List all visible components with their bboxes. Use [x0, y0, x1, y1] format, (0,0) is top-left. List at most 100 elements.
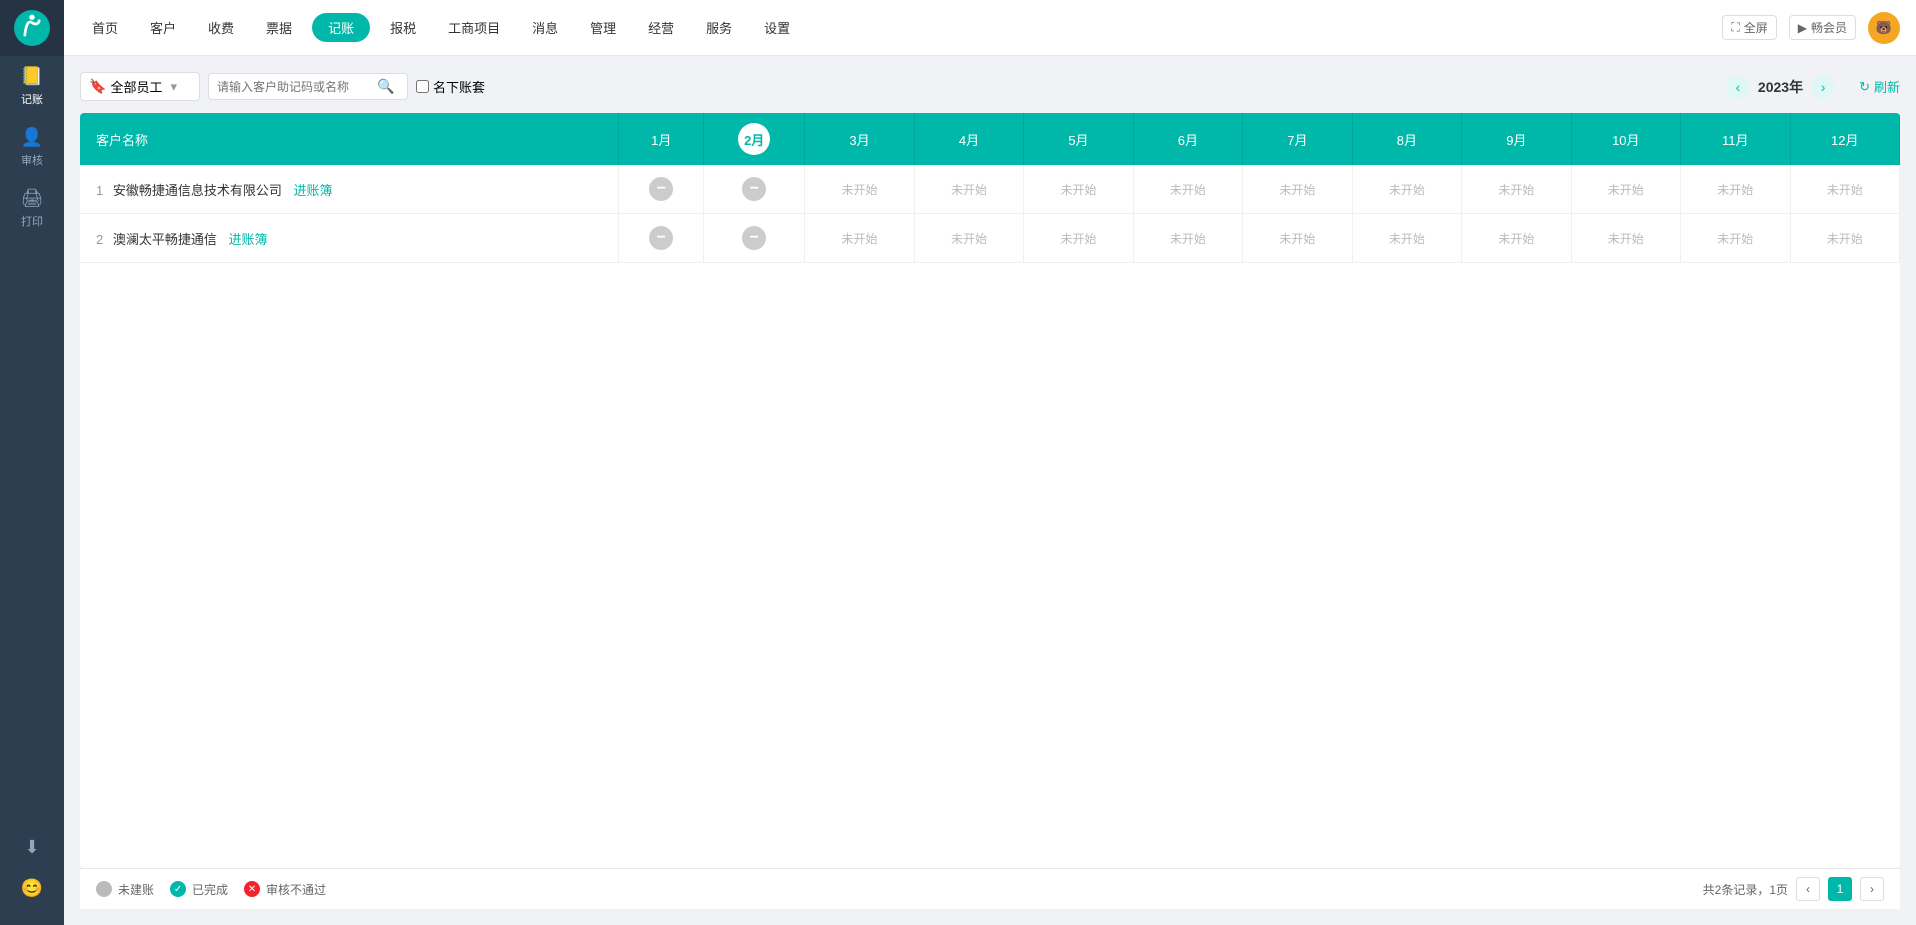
- nav-right: ⛶ 全屏 ▶ 畅会员 🐻: [1722, 12, 1900, 44]
- cell-feb: −: [704, 165, 805, 214]
- cell-mar: 未开始: [805, 165, 914, 214]
- nav-management[interactable]: 管理: [578, 14, 628, 41]
- cell-aug: 未开始: [1352, 165, 1461, 214]
- col-header-may: 5月: [1024, 113, 1133, 165]
- status-not-started: 未开始: [951, 232, 987, 246]
- legend-red-dot: ✕: [244, 881, 260, 897]
- status-not-started: 未开始: [1827, 232, 1863, 246]
- legend-rejected: ✕ 审核不通过: [244, 881, 326, 898]
- cell-dec: 未开始: [1790, 165, 1900, 214]
- status-dash-icon: −: [649, 226, 673, 250]
- col-header-apr: 4月: [914, 113, 1023, 165]
- next-page-button[interactable]: ›: [1860, 877, 1884, 901]
- user-avatar[interactable]: 🐻: [1868, 12, 1900, 44]
- status-not-started: 未开始: [1279, 183, 1315, 197]
- checkbox-label[interactable]: 名下账套: [416, 77, 485, 96]
- year-nav: ‹ 2023年 ›: [1726, 75, 1835, 99]
- member-icon: ▶: [1798, 21, 1807, 35]
- status-not-started: 未开始: [1717, 183, 1753, 197]
- status-not-started: 未开始: [951, 183, 987, 197]
- prev-year-button[interactable]: ‹: [1726, 75, 1750, 99]
- nav-message[interactable]: 消息: [520, 14, 570, 41]
- status-not-started: 未开始: [1608, 232, 1644, 246]
- status-not-started: 未开始: [1608, 183, 1644, 197]
- status-not-started: 未开始: [1827, 183, 1863, 197]
- my-accounts-checkbox[interactable]: [416, 80, 429, 93]
- nav-customer[interactable]: 客户: [138, 14, 188, 41]
- nav-service[interactable]: 服务: [694, 14, 744, 41]
- row-index: 1: [96, 183, 103, 198]
- nav-bizproject[interactable]: 工商项目: [436, 14, 512, 41]
- nav-settings[interactable]: 设置: [752, 14, 802, 41]
- nav-home[interactable]: 首页: [80, 14, 130, 41]
- fullscreen-icon: ⛶: [1731, 20, 1739, 35]
- status-not-started: 未开始: [1060, 183, 1096, 197]
- page-1-button[interactable]: 1: [1828, 877, 1852, 901]
- sidebar-item-download[interactable]: ⬇: [0, 827, 64, 868]
- status-not-started: 未开始: [842, 232, 878, 246]
- client-name: 澳澜太平畅捷通信: [113, 232, 217, 247]
- cell-apr: 未开始: [914, 214, 1023, 263]
- nav-tax[interactable]: 报税: [378, 14, 428, 41]
- table-wrapper: 客户名称 1月 2月 3月 4月 5月 6月 7月 8月 9月 10月: [80, 113, 1900, 868]
- fullscreen-button[interactable]: ⛶ 全屏: [1722, 15, 1776, 40]
- employee-icon: 🔖: [89, 78, 106, 95]
- total-records: 共2条记录，1页: [1703, 881, 1788, 898]
- search-input[interactable]: [217, 80, 377, 94]
- col-header-aug: 8月: [1352, 113, 1461, 165]
- cell-apr: 未开始: [914, 165, 1023, 214]
- status-dash-icon: −: [649, 177, 673, 201]
- active-month-circle: 2月: [738, 123, 770, 155]
- sidebar-logo: [0, 0, 64, 56]
- sidebar-item-print-label: 打印: [21, 213, 43, 229]
- cell-jun: 未开始: [1133, 165, 1242, 214]
- cell-mar: 未开始: [805, 214, 914, 263]
- enter-ledger-link[interactable]: 进账簿: [229, 232, 268, 247]
- status-dash-icon: −: [742, 226, 766, 250]
- legend-completed: ✓ 已完成: [170, 881, 228, 898]
- col-header-dec: 12月: [1790, 113, 1900, 165]
- employee-select[interactable]: 🔖 全部员工 ▾: [80, 72, 200, 101]
- status-not-started: 未开始: [1389, 183, 1425, 197]
- cell-may: 未开始: [1024, 214, 1133, 263]
- status-not-started: 未开始: [1170, 232, 1206, 246]
- main-table: 客户名称 1月 2月 3月 4月 5月 6月 7月 8月 9月 10月: [80, 113, 1900, 263]
- table-row: 1 安徽畅捷通信息技术有限公司 进账簿 −−未开始未开始未开始未开始未开始未开始…: [80, 165, 1900, 214]
- prev-page-button[interactable]: ‹: [1796, 877, 1820, 901]
- accounting-icon: 📒: [21, 66, 43, 87]
- col-header-jul: 7月: [1243, 113, 1352, 165]
- sidebar-item-help[interactable]: 😊: [0, 868, 64, 909]
- member-button[interactable]: ▶ 畅会员: [1789, 15, 1856, 40]
- search-icon[interactable]: 🔍: [377, 78, 394, 95]
- nav-accounting[interactable]: 记账: [312, 13, 370, 42]
- sidebar-item-accounting[interactable]: 📒 记账: [0, 56, 64, 117]
- status-not-started: 未开始: [1060, 232, 1096, 246]
- fullscreen-label: 全屏: [1744, 19, 1768, 36]
- sidebar-item-audit[interactable]: 👤 审核: [0, 117, 64, 178]
- status-not-started: 未开始: [842, 183, 878, 197]
- cell-jul: 未开始: [1243, 165, 1352, 214]
- sidebar-item-print[interactable]: 🖨 打印: [0, 178, 64, 239]
- checkbox-text: 名下账套: [433, 77, 485, 96]
- enter-ledger-link[interactable]: 进账簿: [294, 183, 333, 198]
- search-wrapper: 🔍: [208, 73, 408, 100]
- refresh-button[interactable]: ↻ 刷新: [1859, 77, 1900, 96]
- cell-may: 未开始: [1024, 165, 1133, 214]
- audit-icon: 👤: [21, 127, 43, 148]
- status-not-started: 未开始: [1389, 232, 1425, 246]
- cell-sep: 未开始: [1462, 165, 1571, 214]
- col-header-name: 客户名称: [80, 113, 619, 165]
- status-not-started: 未开始: [1498, 232, 1534, 246]
- employee-select-label: 全部员工: [110, 77, 162, 96]
- col-header-mar: 3月: [805, 113, 914, 165]
- cell-oct: 未开始: [1571, 214, 1680, 263]
- legend-gray-dot: [96, 881, 112, 897]
- nav-billing[interactable]: 收费: [196, 14, 246, 41]
- main-area: 首页 客户 收费 票据 记账 报税 工商项目 消息 管理 经营 服务 设置 ⛶ …: [64, 0, 1916, 925]
- next-year-button[interactable]: ›: [1811, 75, 1835, 99]
- col-header-jun: 6月: [1133, 113, 1242, 165]
- refresh-icon: ↻: [1859, 79, 1870, 95]
- nav-operation[interactable]: 经营: [636, 14, 686, 41]
- content-area: 🔖 全部员工 ▾ 🔍 名下账套 ‹ 2023年 › ↻ 刷新: [64, 56, 1916, 925]
- nav-invoice[interactable]: 票据: [254, 14, 304, 41]
